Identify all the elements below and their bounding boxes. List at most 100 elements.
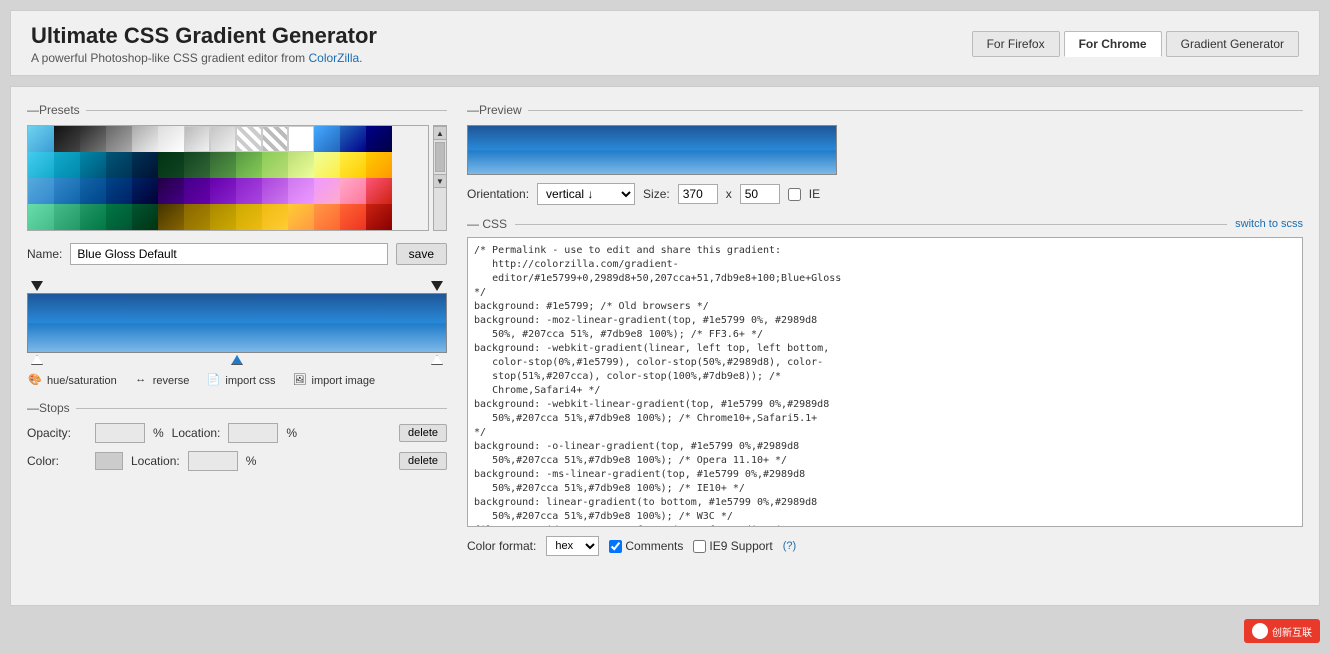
preset-cell-33[interactable] xyxy=(158,178,184,204)
hue-saturation-button[interactable]: 🎨 hue/saturation xyxy=(27,373,117,389)
opacity-location-input[interactable] xyxy=(228,423,278,443)
preset-cell-5[interactable] xyxy=(158,126,184,152)
name-input[interactable] xyxy=(70,243,387,265)
preset-cell-37[interactable] xyxy=(262,178,288,204)
preset-cell-2[interactable] xyxy=(80,126,106,152)
preset-cell-14[interactable] xyxy=(28,152,54,178)
preset-cell-21[interactable] xyxy=(210,152,236,178)
comments-checkbox[interactable] xyxy=(609,540,622,553)
handle-bottom-left[interactable] xyxy=(31,355,43,365)
handle-top-right[interactable] xyxy=(431,281,443,291)
preset-cell-51[interactable] xyxy=(262,204,288,230)
preset-cell-52[interactable] xyxy=(288,204,314,230)
preset-cell-19[interactable] xyxy=(158,152,184,178)
preset-cell-10[interactable] xyxy=(288,126,314,152)
switch-scss-link[interactable]: switch to scss xyxy=(1235,218,1303,230)
preset-cell-29[interactable] xyxy=(54,178,80,204)
opacity-percent: % xyxy=(153,426,164,440)
preset-cell-28[interactable] xyxy=(28,178,54,204)
preset-cell-45[interactable] xyxy=(106,204,132,230)
color-format-select[interactable]: hex rgb rgba xyxy=(546,536,599,556)
color-location-input[interactable] xyxy=(188,451,238,471)
preset-cell-12[interactable] xyxy=(340,126,366,152)
preset-cell-47[interactable] xyxy=(158,204,184,230)
ie9-help-link[interactable]: (?) xyxy=(783,540,796,552)
header-nav: For Firefox For Chrome Gradient Generato… xyxy=(972,31,1299,57)
preset-cell-13[interactable] xyxy=(366,126,392,152)
preset-cell-1[interactable] xyxy=(54,126,80,152)
preset-cell-48[interactable] xyxy=(184,204,210,230)
preset-cell-43[interactable] xyxy=(54,204,80,230)
color-delete-button[interactable]: delete xyxy=(399,452,447,470)
orientation-label: Orientation: xyxy=(467,187,529,201)
gradient-bar[interactable] xyxy=(27,293,447,353)
preset-cell-17[interactable] xyxy=(106,152,132,178)
handle-bottom-right[interactable] xyxy=(431,355,443,365)
preset-cell-41[interactable] xyxy=(366,178,392,204)
preset-cell-39[interactable] xyxy=(314,178,340,204)
orientation-select[interactable]: vertical ↓ horizontal → diagonal ↗ diago… xyxy=(537,183,635,205)
preset-cell-23[interactable] xyxy=(262,152,288,178)
preset-cell-4[interactable] xyxy=(132,126,158,152)
preset-cell-25[interactable] xyxy=(314,152,340,178)
preset-cell-26[interactable] xyxy=(340,152,366,178)
preset-cell-15[interactable] xyxy=(54,152,80,178)
nav-for-firefox[interactable]: For Firefox xyxy=(972,31,1060,57)
preset-cell-16[interactable] xyxy=(80,152,106,178)
import-image-icon: 🖼 xyxy=(292,373,308,389)
preset-cell-53[interactable] xyxy=(314,204,340,230)
scroll-thumb[interactable] xyxy=(435,142,445,172)
preset-cell-32[interactable] xyxy=(132,178,158,204)
preset-cell-46[interactable] xyxy=(132,204,158,230)
preset-cell-20[interactable] xyxy=(184,152,210,178)
preset-cell-34[interactable] xyxy=(184,178,210,204)
preset-cell-49[interactable] xyxy=(210,204,236,230)
opacity-delete-button[interactable]: delete xyxy=(399,424,447,442)
preset-cell-31[interactable] xyxy=(106,178,132,204)
preset-cell-18[interactable] xyxy=(132,152,158,178)
preset-cell-35[interactable] xyxy=(210,178,236,204)
preset-cell-27[interactable] xyxy=(366,152,392,178)
css-output-textarea[interactable] xyxy=(467,237,1303,527)
scroll-down-arrow[interactable]: ▼ xyxy=(433,174,447,188)
ie-checkbox[interactable] xyxy=(788,188,801,201)
import-image-button[interactable]: 🖼 import image xyxy=(292,373,376,389)
watermark: 创新互联 xyxy=(1244,619,1320,643)
preset-cell-22[interactable] xyxy=(236,152,262,178)
handle-bottom-center[interactable] xyxy=(231,355,243,365)
preset-cell-9[interactable] xyxy=(262,126,288,152)
preset-cell-40[interactable] xyxy=(340,178,366,204)
width-input[interactable] xyxy=(678,184,718,204)
preset-cell-24[interactable] xyxy=(288,152,314,178)
preset-cell-30[interactable] xyxy=(80,178,106,204)
nav-for-chrome[interactable]: For Chrome xyxy=(1064,31,1162,57)
handle-top-left[interactable] xyxy=(31,281,43,291)
stops-section: Stops Opacity: % Location: % delete Colo… xyxy=(27,401,447,471)
ie9-checkbox[interactable] xyxy=(693,540,706,553)
reverse-button[interactable]: ↔ reverse xyxy=(133,373,190,389)
preset-cell-11[interactable] xyxy=(314,126,340,152)
color-format-label: Color format: xyxy=(467,539,536,553)
save-button[interactable]: save xyxy=(396,243,447,265)
preset-cell-7[interactable] xyxy=(210,126,236,152)
preset-cell-0[interactable] xyxy=(28,126,54,152)
preset-cell-55[interactable] xyxy=(366,204,392,230)
preset-cell-50[interactable] xyxy=(236,204,262,230)
preset-cell-3[interactable] xyxy=(106,126,132,152)
preset-cell-36[interactable] xyxy=(236,178,262,204)
preset-cell-38[interactable] xyxy=(288,178,314,204)
preset-cell-44[interactable] xyxy=(80,204,106,230)
hue-saturation-icon: 🎨 xyxy=(27,373,43,389)
color-swatch[interactable] xyxy=(95,452,123,470)
nav-gradient-generator[interactable]: Gradient Generator xyxy=(1166,31,1299,57)
height-input[interactable] xyxy=(740,184,780,204)
opacity-input[interactable] xyxy=(95,423,145,443)
preset-cell-42[interactable] xyxy=(28,204,54,230)
preset-cell-54[interactable] xyxy=(340,204,366,230)
scroll-up-arrow[interactable]: ▲ xyxy=(433,126,447,140)
header-title: Ultimate CSS Gradient Generator A powerf… xyxy=(31,23,377,65)
colorzilla-link[interactable]: ColorZilla. xyxy=(309,51,363,65)
preset-cell-6[interactable] xyxy=(184,126,210,152)
import-css-button[interactable]: 📄 import css xyxy=(205,373,275,389)
preset-cell-8[interactable] xyxy=(236,126,262,152)
